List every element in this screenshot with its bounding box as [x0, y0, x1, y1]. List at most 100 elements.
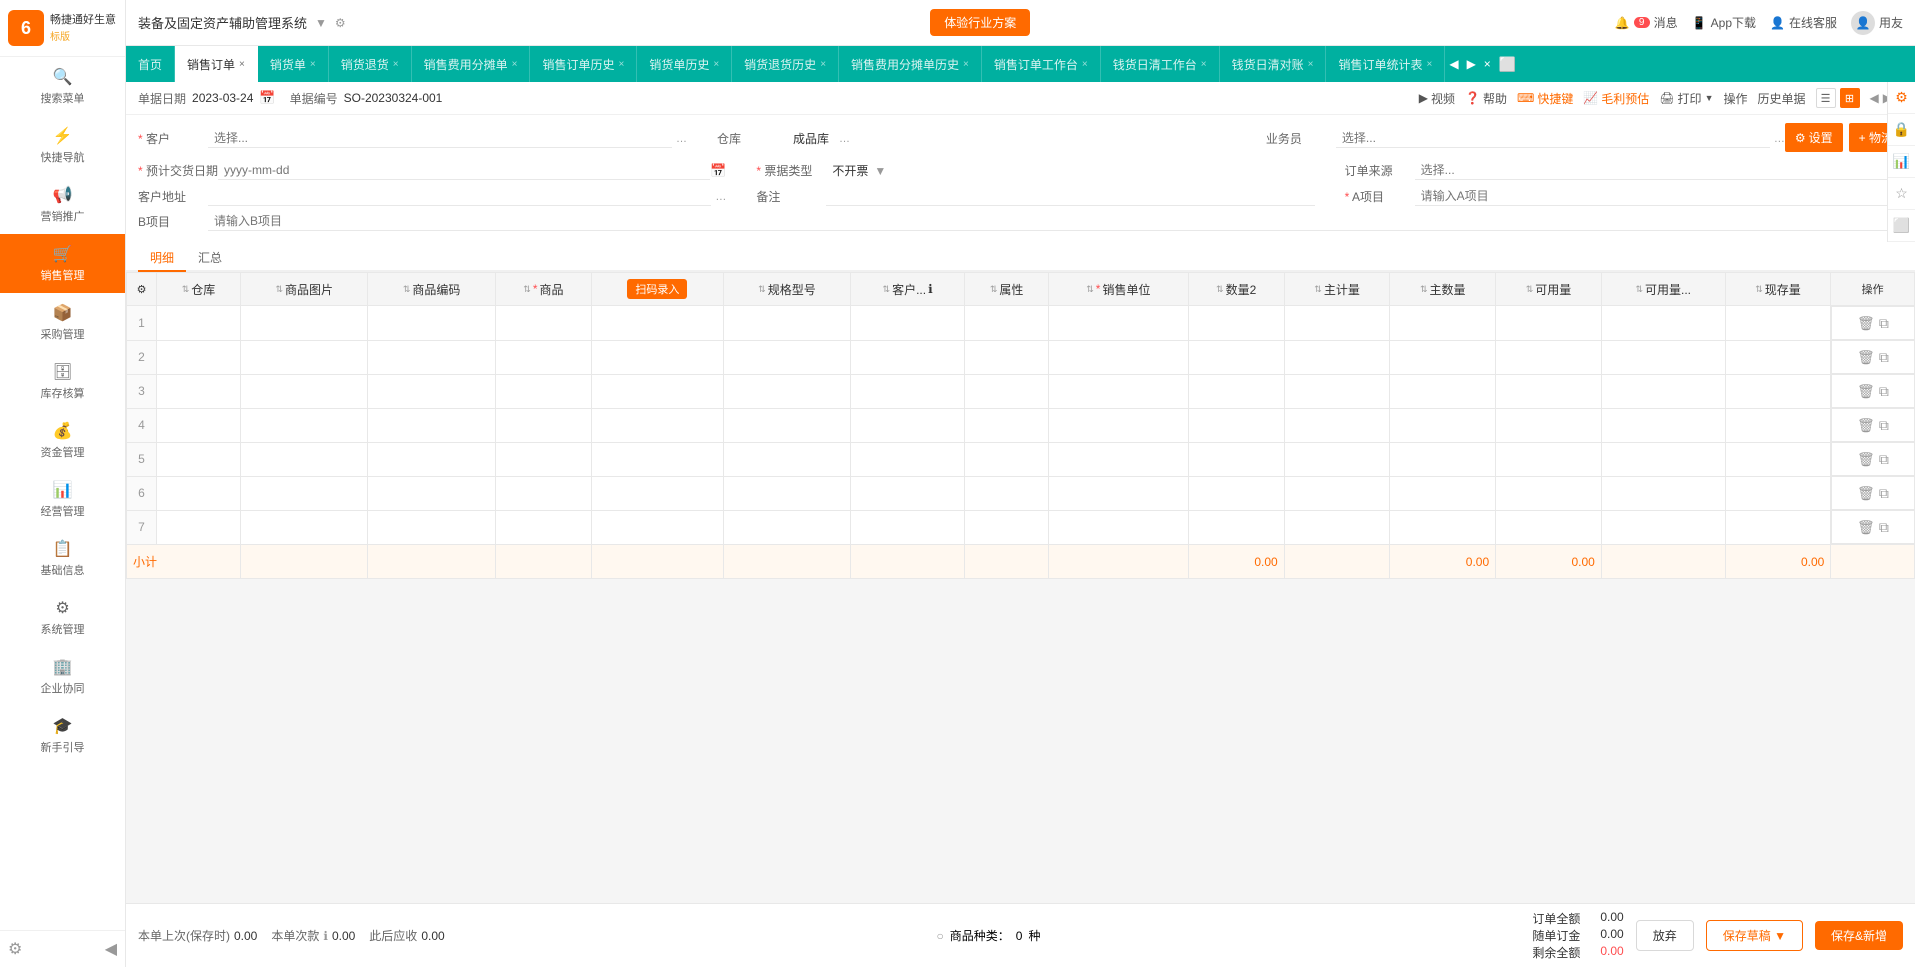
row-product-code-7[interactable]: [368, 510, 495, 545]
row-copy-icon-7[interactable]: ⧉: [1879, 519, 1889, 536]
row-warehouse-6[interactable]: [157, 476, 241, 510]
tab-order-history-close[interactable]: ×: [618, 59, 624, 70]
user-btn[interactable]: 👤 用友: [1851, 11, 1903, 35]
row-warehouse-3[interactable]: [157, 374, 241, 408]
row-main-qty-6[interactable]: [1390, 476, 1496, 510]
collapse-icon[interactable]: ◀: [105, 939, 117, 959]
row-warehouse-2[interactable]: [157, 340, 241, 374]
row-qty2-6[interactable]: [1188, 476, 1284, 510]
row-current-qty-4[interactable]: [1725, 408, 1831, 442]
row-main-unit-4[interactable]: [1284, 408, 1390, 442]
dropdown-arrow-icon[interactable]: ▼: [315, 16, 327, 30]
row-available-qty-2[interactable]: [1496, 340, 1602, 374]
row-main-unit-2[interactable]: [1284, 340, 1390, 374]
row-product-2[interactable]: [495, 340, 591, 374]
row-available-qty2-3[interactable]: [1601, 374, 1725, 408]
a-project-input[interactable]: [1415, 187, 1903, 206]
row-product-4[interactable]: [495, 408, 591, 442]
row-current-qty-1[interactable]: [1725, 306, 1831, 341]
online-service-btn[interactable]: 👤 在线客服: [1770, 14, 1837, 31]
row-main-unit-7[interactable]: [1284, 510, 1390, 545]
discard-btn[interactable]: 放弃: [1636, 920, 1694, 951]
row-copy-icon-2[interactable]: ⧉: [1879, 349, 1889, 366]
sidebar-item-marketing[interactable]: 📢 营销推广: [0, 175, 125, 234]
message-btn[interactable]: 🔔 9 消息: [1615, 14, 1678, 31]
row-attr-3[interactable]: [965, 374, 1049, 408]
calendar-icon[interactable]: 📅: [259, 90, 275, 106]
row-warehouse-7[interactable]: [157, 510, 241, 545]
row-product-image-3[interactable]: [241, 374, 368, 408]
row-delete-icon-4[interactable]: 🗑: [1857, 417, 1875, 434]
row-main-qty-3[interactable]: [1390, 374, 1496, 408]
row-product-code-3[interactable]: [368, 374, 495, 408]
customer-input[interactable]: [208, 129, 672, 148]
row-customer-code-4[interactable]: [851, 408, 965, 442]
row-customer-code-2[interactable]: [851, 340, 965, 374]
sidebar-item-quick[interactable]: ⚡ 快捷导航: [0, 116, 125, 175]
tab-order-history[interactable]: 销售订单历史 ×: [530, 46, 637, 82]
tab-detail[interactable]: 明细: [138, 245, 186, 272]
row-main-unit-6[interactable]: [1284, 476, 1390, 510]
row-spec-5[interactable]: [723, 442, 850, 476]
row-product-image-1[interactable]: [241, 306, 368, 341]
row-copy-icon-5[interactable]: ⧉: [1879, 451, 1889, 468]
row-product-image-2[interactable]: [241, 340, 368, 374]
row-current-qty-2[interactable]: [1725, 340, 1831, 374]
grid-view-icon[interactable]: ⊞: [1840, 88, 1860, 108]
b-project-input[interactable]: [208, 212, 1903, 231]
tab-fee-history[interactable]: 销售费用分摊单历史 ×: [839, 46, 982, 82]
shortcut-btn[interactable]: ⌨ 快捷键: [1517, 90, 1573, 107]
row-delete-icon-6[interactable]: 🗑: [1857, 485, 1875, 502]
right-sidebar-icon-scan[interactable]: ⬜: [1888, 210, 1915, 242]
row-product-code-5[interactable]: [368, 442, 495, 476]
row-qty2-1[interactable]: [1188, 306, 1284, 341]
row-product-code-6[interactable]: [368, 476, 495, 510]
row-product-7[interactable]: [495, 510, 591, 545]
sidebar-item-search[interactable]: 🔍 搜索菜单: [0, 57, 125, 116]
tab-sales-fee-close[interactable]: ×: [512, 59, 518, 70]
list-view-icon[interactable]: ☰: [1816, 88, 1836, 108]
row-product-image-4[interactable]: [241, 408, 368, 442]
row-spec-2[interactable]: [723, 340, 850, 374]
row-available-qty2-5[interactable]: [1601, 442, 1725, 476]
row-qty2-3[interactable]: [1188, 374, 1284, 408]
address-more-icon[interactable]: …: [715, 191, 726, 203]
sidebar-item-finance[interactable]: 💰 资金管理: [0, 411, 125, 470]
tab-sales-order-close[interactable]: ×: [239, 59, 245, 70]
row-delete-icon-2[interactable]: 🗑: [1857, 349, 1875, 366]
save-draft-btn[interactable]: 保存草稿 ▼: [1706, 920, 1803, 951]
tab-order-workspace[interactable]: 销售订单工作台 ×: [982, 46, 1101, 82]
row-copy-icon-3[interactable]: ⧉: [1879, 383, 1889, 400]
row-copy-icon-6[interactable]: ⧉: [1879, 485, 1889, 502]
delivery-date-input[interactable]: [218, 161, 710, 180]
right-sidebar-icon-chart[interactable]: 📊: [1888, 146, 1915, 178]
row-qty2-5[interactable]: [1188, 442, 1284, 476]
row-unit-7[interactable]: [1049, 510, 1188, 545]
row-copy-icon-4[interactable]: ⧉: [1879, 417, 1889, 434]
tab-sales-slip[interactable]: 销货单 ×: [258, 46, 329, 82]
settings-action-btn[interactable]: ⚙ 设置: [1785, 123, 1843, 152]
row-spec-3[interactable]: [723, 374, 850, 408]
tab-fee-history-close[interactable]: ×: [963, 59, 969, 70]
row-available-qty2-4[interactable]: [1601, 408, 1725, 442]
tab-cash-reconcile-close[interactable]: ×: [1308, 59, 1314, 70]
row-delete-icon-3[interactable]: 🗑: [1857, 383, 1875, 400]
tab-sales-stats-close[interactable]: ×: [1426, 59, 1432, 70]
row-product-1[interactable]: [495, 306, 591, 341]
row-unit-3[interactable]: [1049, 374, 1188, 408]
warehouse-value[interactable]: 成品库: [787, 128, 835, 149]
tab-maximize[interactable]: ⬜: [1495, 56, 1520, 73]
row-warehouse-5[interactable]: [157, 442, 241, 476]
right-sidebar-icon-settings[interactable]: ⚙: [1888, 82, 1915, 114]
app-download-btn[interactable]: 📱 App下载: [1692, 14, 1756, 31]
profit-btn[interactable]: 📈 毛利预估: [1583, 90, 1649, 107]
sidebar-item-sales[interactable]: 🛒 销售管理: [0, 234, 125, 293]
row-unit-6[interactable]: [1049, 476, 1188, 510]
row-unit-1[interactable]: [1049, 306, 1188, 341]
th-setting[interactable]: ⚙: [127, 273, 157, 306]
tab-sales-stats[interactable]: 销售订单统计表 ×: [1326, 46, 1445, 82]
row-product-code-1[interactable]: [368, 306, 495, 341]
row-main-qty-2[interactable]: [1390, 340, 1496, 374]
row-attr-5[interactable]: [965, 442, 1049, 476]
row-attr-2[interactable]: [965, 340, 1049, 374]
